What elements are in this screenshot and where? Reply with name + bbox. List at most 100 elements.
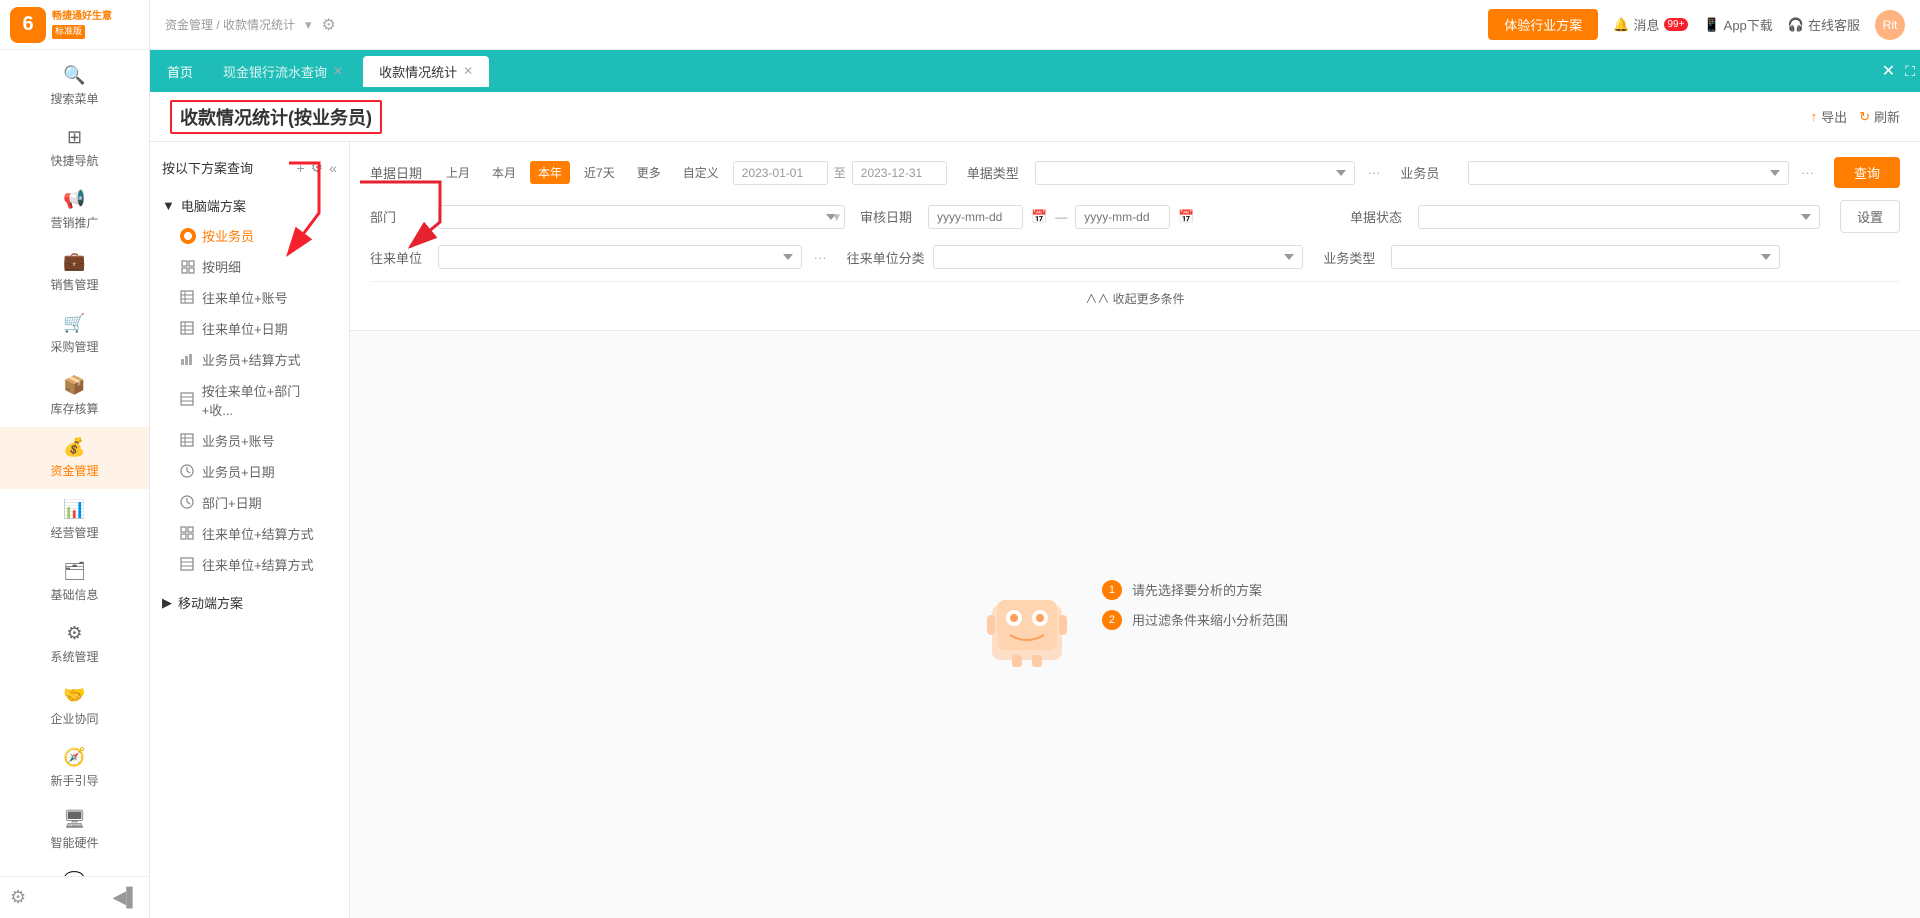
scheme-item-staff-account[interactable]: 业务员+账号 <box>150 425 349 456</box>
scheme-item-partner-account[interactable]: 往来单位+账号 <box>150 282 349 313</box>
doc-type-select[interactable] <box>1035 161 1356 185</box>
sales-icon: 💼 <box>63 251 85 272</box>
trial-button[interactable]: 体验行业方案 <box>1488 9 1598 40</box>
sidebar-item-sales[interactable]: 💼 销售管理 <box>0 241 149 303</box>
scheme-icon-table3 <box>180 392 196 408</box>
tab-close-receipt-stats[interactable]: ✕ <box>463 64 473 78</box>
scheme-item-partner-dept[interactable]: 按往来单位+部门+收... <box>150 375 349 425</box>
date-label: 单据日期 <box>370 163 430 182</box>
window-expand-btn[interactable]: ⛶ <box>1905 63 1915 80</box>
sidebar-item-basic[interactable]: 🗂 基础信息 <box>0 551 149 613</box>
step-1-text: 请先选择要分析的方案 <box>1132 580 1262 599</box>
pc-scheme-header[interactable]: ▼ 电脑端方案 <box>150 191 349 220</box>
sidebar-item-inventory[interactable]: 📦 库存核算 <box>0 365 149 427</box>
step-2-num: 2 <box>1102 610 1122 630</box>
review-date-to-icon[interactable]: 📅 <box>1178 209 1194 225</box>
export-button[interactable]: ↑ 导出 <box>1811 107 1848 126</box>
tab-bank-flow[interactable]: 现金银行流水查询 ✕ <box>207 56 359 87</box>
collapse-more-btn[interactable]: ∧∧ 收起更多条件 <box>370 281 1900 315</box>
basic-icon: 🗂 <box>63 561 86 582</box>
review-date-from-icon[interactable]: 📅 <box>1031 209 1047 225</box>
settings-footer-icon[interactable]: ⚙ <box>10 887 26 908</box>
date-btn-custom[interactable]: 自定义 <box>675 161 727 184</box>
partner-more-icon[interactable]: ··· <box>814 250 827 265</box>
scheme-settings-icon[interactable]: ⚙ <box>311 159 324 176</box>
refresh-button[interactable]: ↻ 刷新 <box>1859 107 1900 126</box>
logo-badge: 标准版 <box>52 25 85 39</box>
settings-button[interactable]: 设置 <box>1840 200 1900 233</box>
sidebar-item-system[interactable]: ⚙ 系统管理 <box>0 613 149 675</box>
date-btn-this-month[interactable]: 本月 <box>484 161 524 184</box>
doc-status-filter-item: 单据状态 <box>1350 205 1820 229</box>
scheme-item-staff-date[interactable]: 业务员+日期 <box>150 456 349 487</box>
sidebar-item-marketing[interactable]: 📢 营销推广 <box>0 179 149 241</box>
date-to-input[interactable] <box>852 161 947 185</box>
sidebar-item-finance[interactable]: 💰 资金管理 <box>0 427 149 489</box>
sidebar-item-guide[interactable]: 🧭 新手引导 <box>0 737 149 799</box>
date-btn-this-year[interactable]: 本年 <box>530 161 570 184</box>
scheme-item-by-detail[interactable]: 按明细 <box>150 251 349 282</box>
date-btn-more[interactable]: 更多 <box>629 161 669 184</box>
biz-type-select[interactable] <box>1391 245 1780 269</box>
sidebar-item-hardware[interactable]: 🖥 智能硬件 <box>0 799 149 861</box>
scheme-item-partner-settle1[interactable]: 往来单位+结算方式 <box>150 518 349 549</box>
quicknav-icon: ⊞ <box>67 127 82 148</box>
sidebar-item-operation[interactable]: 📊 经营管理 <box>0 489 149 551</box>
date-filter-item: 单据日期 上月 本月 本年 近7天 更多 自定义 至 <box>370 161 947 185</box>
add-scheme-icon[interactable]: + <box>296 160 304 176</box>
scheme-item-dept-date[interactable]: 部门+日期 <box>150 487 349 518</box>
app-download-item[interactable]: 📱 App下载 <box>1703 15 1772 34</box>
doc-status-select[interactable] <box>1418 205 1820 229</box>
scheme-item-partner-settle2[interactable]: 往来单位+结算方式 <box>150 549 349 580</box>
date-btn-7days[interactable]: 近7天 <box>576 161 623 184</box>
notification-badge: 99+ <box>1664 18 1689 31</box>
tab-home[interactable]: 首页 <box>155 56 205 87</box>
mobile-scheme-header[interactable]: ▶ 移动端方案 <box>150 588 349 617</box>
sidebar-item-enterprise[interactable]: 🤝 企业协同 <box>0 675 149 737</box>
scheme-item-by-staff[interactable]: 按业务员 <box>150 220 349 251</box>
scheme-icon-grid2 <box>180 526 196 542</box>
online-service-item[interactable]: 🎧 在线客服 <box>1788 15 1860 34</box>
pc-scheme-group: ▼ 电脑端方案 按业务员 按明细 <box>150 187 349 584</box>
scheme-item-partner-date[interactable]: 往来单位+日期 <box>150 313 349 344</box>
scheme-icon-clock2 <box>180 495 196 511</box>
sidebar-item-search[interactable]: 🔍 搜索菜单 <box>0 55 149 117</box>
header-dropdown-icon[interactable]: ▾ <box>305 17 312 33</box>
breadcrumb: 资金管理 / 收款情况统计 <box>165 16 295 33</box>
date-from-input[interactable] <box>733 161 828 185</box>
mobile-icon: 📱 <box>1703 17 1719 33</box>
content-area: 按以下方案查询 + ⚙ « <box>150 142 1920 918</box>
tab-close-bank-flow[interactable]: ✕ <box>333 64 343 78</box>
finance-icon: 💰 <box>63 437 85 458</box>
dept-select[interactable] <box>438 205 845 229</box>
notification-item[interactable]: 🔔 消息 99+ <box>1613 15 1688 34</box>
collapse-sidebar-icon[interactable]: ◀▌ <box>112 887 139 908</box>
doc-type-more-icon[interactable]: ··· <box>1367 165 1380 180</box>
partner-select[interactable] <box>438 245 802 269</box>
sidebar-item-wechat[interactable]: 💬 企业微信 <box>0 861 149 876</box>
tab-receipt-stats[interactable]: 收款情况统计 ✕ <box>363 56 489 87</box>
review-date-label: 审核日期 <box>860 207 920 226</box>
date-btn-last-month[interactable]: 上月 <box>438 161 478 184</box>
query-button[interactable]: 查询 <box>1834 157 1900 188</box>
collapse-chevron-icon: ∧∧ <box>1085 292 1109 306</box>
review-date-to-input[interactable] <box>1075 205 1170 229</box>
purchase-icon: 🛒 <box>63 313 85 334</box>
scheme-icon-grid <box>180 259 196 275</box>
window-close-btn[interactable]: ✕ <box>1882 61 1895 81</box>
partner-category-select[interactable] <box>933 245 1304 269</box>
main-content: 资金管理 / 收款情况统计 ▾ ⚙ 体验行业方案 🔔 消息 99+ 📱 App下… <box>150 0 1920 918</box>
sidebar-item-quicknav[interactable]: ⊞ 快捷导航 <box>0 117 149 179</box>
sidebar-item-purchase[interactable]: 🛒 采购管理 <box>0 303 149 365</box>
collapse-panel-icon[interactable]: « <box>329 160 337 176</box>
scheme-icon-table2 <box>180 321 196 337</box>
step-2-text: 用过滤条件来缩小分析范围 <box>1132 610 1288 629</box>
review-date-from-input[interactable] <box>928 205 1023 229</box>
user-avatar[interactable]: Rit <box>1875 10 1905 40</box>
staff-more-icon[interactable]: ··· <box>1801 165 1814 180</box>
scheme-item-staff-settle[interactable]: 业务员+结算方式 <box>150 344 349 375</box>
staff-select[interactable] <box>1468 161 1789 185</box>
empty-illustration: 1 请先选择要分析的方案 2 用过滤条件来缩小分析范围 <box>982 580 1288 670</box>
tab-bar-right: ✕ ⛶ <box>1882 61 1915 81</box>
header-settings-icon[interactable]: ⚙ <box>322 15 336 35</box>
